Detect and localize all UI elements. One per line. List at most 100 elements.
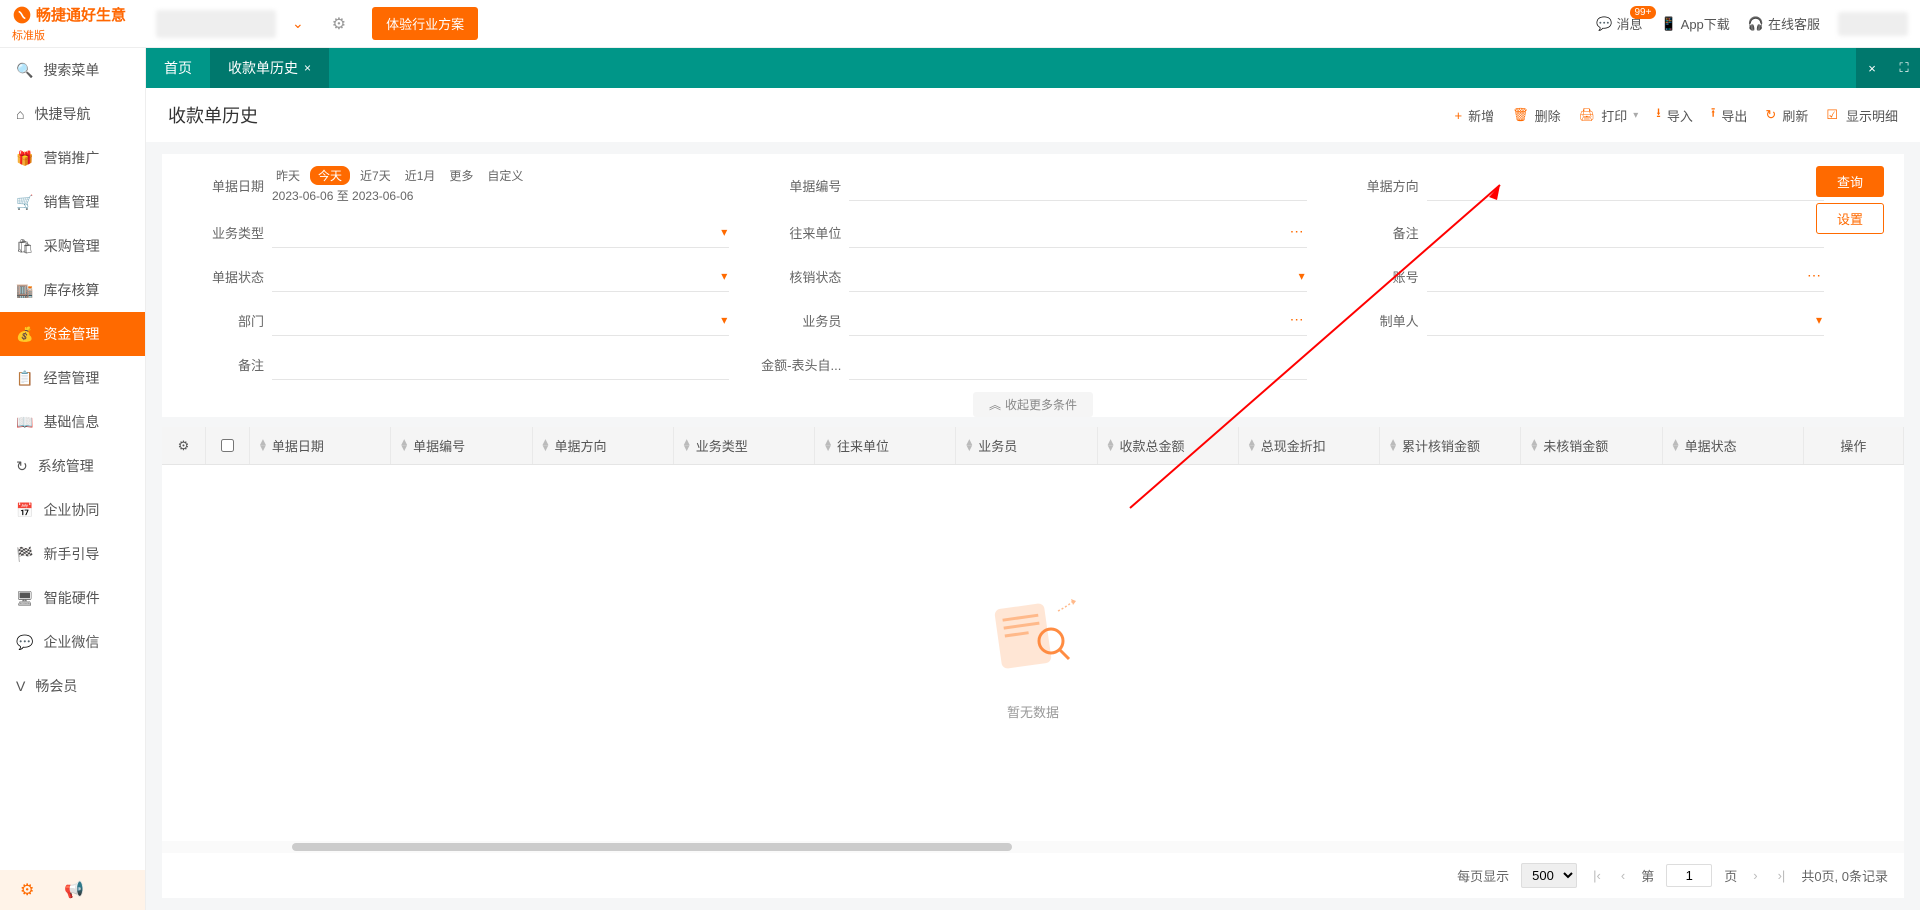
home-icon: ⌂ bbox=[16, 106, 24, 122]
new-button[interactable]: +新增 bbox=[1455, 106, 1495, 125]
chevron-down-icon[interactable]: ▾ bbox=[721, 225, 727, 239]
collapse-filters-button[interactable]: ︽ 收起更多条件 bbox=[973, 392, 1093, 417]
per-page-label: 每页显示 bbox=[1457, 866, 1509, 885]
filter-label-dept: 部门 bbox=[182, 311, 272, 330]
sidebar-item-quicknav[interactable]: ⌂快捷导航 bbox=[0, 92, 145, 136]
chevron-down-icon[interactable]: ▾ bbox=[1299, 269, 1305, 283]
chevron-down-icon[interactable]: ▾ bbox=[721, 313, 727, 327]
date-chip-today[interactable]: 今天 bbox=[310, 166, 350, 185]
tab-close-all[interactable]: × bbox=[1856, 48, 1888, 88]
amount-header-input[interactable] bbox=[849, 356, 1306, 371]
th-status[interactable]: ▲▼单据状态 bbox=[1663, 427, 1804, 464]
sidebar-item-operation[interactable]: 📋经营管理 bbox=[0, 356, 145, 400]
scrollbar-thumb[interactable] bbox=[292, 843, 1012, 851]
chevron-down-icon[interactable]: ⌄ bbox=[292, 15, 304, 32]
sidebar: 🔍搜索菜单 ⌂快捷导航 🎁营销推广 🛒销售管理 🛍采购管理 🏬库存核算 💰资金管… bbox=[0, 48, 146, 910]
more-icon[interactable]: ⋯ bbox=[1290, 311, 1305, 328]
gear-icon[interactable]: ⚙ bbox=[20, 880, 34, 900]
sidebar-item-purchase[interactable]: 🛍采购管理 bbox=[0, 224, 145, 268]
dept-select[interactable] bbox=[272, 312, 729, 327]
sidebar-item-basedata[interactable]: 📖基础信息 bbox=[0, 400, 145, 444]
chevron-down-icon[interactable]: ▾ bbox=[721, 269, 727, 283]
message-badge: 99+ bbox=[1630, 6, 1657, 19]
org-selector-blurred[interactable] bbox=[156, 10, 276, 38]
chevron-down-icon[interactable]: ▾ bbox=[1816, 313, 1822, 327]
page-first[interactable]: |‹ bbox=[1589, 868, 1605, 883]
sidebar-item-wechat[interactable]: 💬企业微信 bbox=[0, 620, 145, 664]
sidebar-item-inventory[interactable]: 🏬库存核算 bbox=[0, 268, 145, 312]
th-unwritten[interactable]: ▲▼未核销金额 bbox=[1521, 427, 1662, 464]
sidebar-item-marketing[interactable]: 🎁营销推广 bbox=[0, 136, 145, 180]
date-chip-7d[interactable]: 近7天 bbox=[356, 166, 395, 185]
date-chip-custom[interactable]: 自定义 bbox=[483, 166, 527, 185]
settings-button[interactable]: 设置 bbox=[1816, 203, 1884, 234]
filter-label-partner: 往来单位 bbox=[759, 223, 849, 242]
app-download-link[interactable]: 📱 App下载 bbox=[1660, 14, 1729, 33]
th-biztype[interactable]: ▲▼业务类型 bbox=[674, 427, 815, 464]
th-total-amount[interactable]: ▲▼收款总金额 bbox=[1098, 427, 1239, 464]
refresh-button[interactable]: ↻刷新 bbox=[1765, 106, 1808, 125]
doc-no-input[interactable] bbox=[849, 177, 1306, 192]
more-icon[interactable]: ⋯ bbox=[1290, 223, 1305, 240]
th-salesman[interactable]: ▲▼业务员 bbox=[956, 427, 1097, 464]
speaker-icon[interactable]: 📢 bbox=[64, 880, 84, 900]
chevron-up-icon: ︽ bbox=[989, 396, 1001, 413]
tab-home[interactable]: 首页 bbox=[146, 48, 210, 88]
date-chip-more[interactable]: 更多 bbox=[445, 166, 477, 185]
remark-short-input[interactable] bbox=[1427, 224, 1824, 239]
th-discount[interactable]: ▲▼总现金折扣 bbox=[1239, 427, 1380, 464]
sidebar-item-guide[interactable]: 🏁新手引导 bbox=[0, 532, 145, 576]
creator-select[interactable] bbox=[1427, 312, 1824, 327]
date-chip-yesterday[interactable]: 昨天 bbox=[272, 166, 304, 185]
sidebar-item-hardware[interactable]: 🖥智能硬件 bbox=[0, 576, 145, 620]
show-detail-toggle[interactable]: ☑显示明细 bbox=[1826, 106, 1898, 125]
fullscreen-icon[interactable]: ⛶ bbox=[1888, 48, 1920, 88]
date-chip-1m[interactable]: 近1月 bbox=[401, 166, 440, 185]
experience-button[interactable]: 体验行业方案 bbox=[372, 7, 478, 40]
query-button[interactable]: 查询 bbox=[1816, 166, 1884, 197]
chevron-down-icon[interactable]: ▾ bbox=[1816, 178, 1822, 192]
sidebar-footer: ⚙ 📢 bbox=[0, 870, 145, 910]
calendar-icon: 📅 bbox=[16, 502, 33, 519]
import-button[interactable]: ⭳导入 bbox=[1656, 104, 1693, 126]
remark2-input[interactable] bbox=[272, 356, 729, 371]
print-button[interactable]: 🖨打印▾ bbox=[1579, 106, 1639, 125]
sidebar-item-system[interactable]: ↻系统管理 bbox=[0, 444, 145, 488]
page-next[interactable]: › bbox=[1749, 868, 1761, 883]
biztype-select[interactable] bbox=[272, 224, 729, 239]
salesman-lookup[interactable] bbox=[849, 312, 1306, 327]
close-icon[interactable]: × bbox=[304, 61, 311, 75]
sidebar-item-member[interactable]: V畅会员 bbox=[0, 664, 145, 708]
partner-lookup[interactable] bbox=[849, 224, 1306, 239]
sidebar-item-search[interactable]: 🔍搜索菜单 bbox=[0, 48, 145, 92]
tab-receipt-history[interactable]: 收款单历史 × bbox=[210, 48, 329, 88]
account-lookup[interactable] bbox=[1427, 268, 1824, 283]
column-settings[interactable]: ⚙ bbox=[162, 427, 206, 464]
select-all-checkbox[interactable] bbox=[206, 427, 250, 464]
more-icon[interactable]: ⋯ bbox=[1807, 267, 1822, 284]
sidebar-item-sales[interactable]: 🛒销售管理 bbox=[0, 180, 145, 224]
th-date[interactable]: ▲▼单据日期 bbox=[250, 427, 391, 464]
direction-select[interactable] bbox=[1427, 177, 1824, 192]
messages-link[interactable]: 💬 消息 99+ bbox=[1596, 14, 1642, 33]
delete-button[interactable]: 🗑删除 bbox=[1512, 106, 1561, 125]
docstatus-select[interactable] bbox=[272, 268, 729, 283]
page-prev[interactable]: ‹ bbox=[1617, 868, 1629, 883]
per-page-select[interactable]: 500 bbox=[1521, 863, 1577, 888]
export-button[interactable]: ⭱导出 bbox=[1711, 104, 1748, 126]
sidebar-item-collab[interactable]: 📅企业协同 bbox=[0, 488, 145, 532]
page-input[interactable] bbox=[1666, 864, 1712, 887]
th-written[interactable]: ▲▼累计核销金额 bbox=[1380, 427, 1521, 464]
th-partner[interactable]: ▲▼往来单位 bbox=[815, 427, 956, 464]
gear-icon[interactable]: ⚙ bbox=[332, 14, 346, 34]
page-last[interactable]: ›| bbox=[1774, 868, 1790, 883]
writestatus-select[interactable] bbox=[849, 268, 1306, 283]
warehouse-icon: 🏬 bbox=[16, 282, 33, 299]
th-direction[interactable]: ▲▼单据方向 bbox=[533, 427, 674, 464]
customer-service-link[interactable]: 🎧 在线客服 bbox=[1748, 14, 1820, 33]
page-summary: 共0页, 0条记录 bbox=[1801, 866, 1888, 885]
horizontal-scrollbar[interactable] bbox=[162, 841, 1904, 853]
th-docno[interactable]: ▲▼单据编号 bbox=[391, 427, 532, 464]
sidebar-item-finance[interactable]: 💰资金管理 bbox=[0, 312, 145, 356]
user-blurred[interactable] bbox=[1838, 12, 1908, 36]
